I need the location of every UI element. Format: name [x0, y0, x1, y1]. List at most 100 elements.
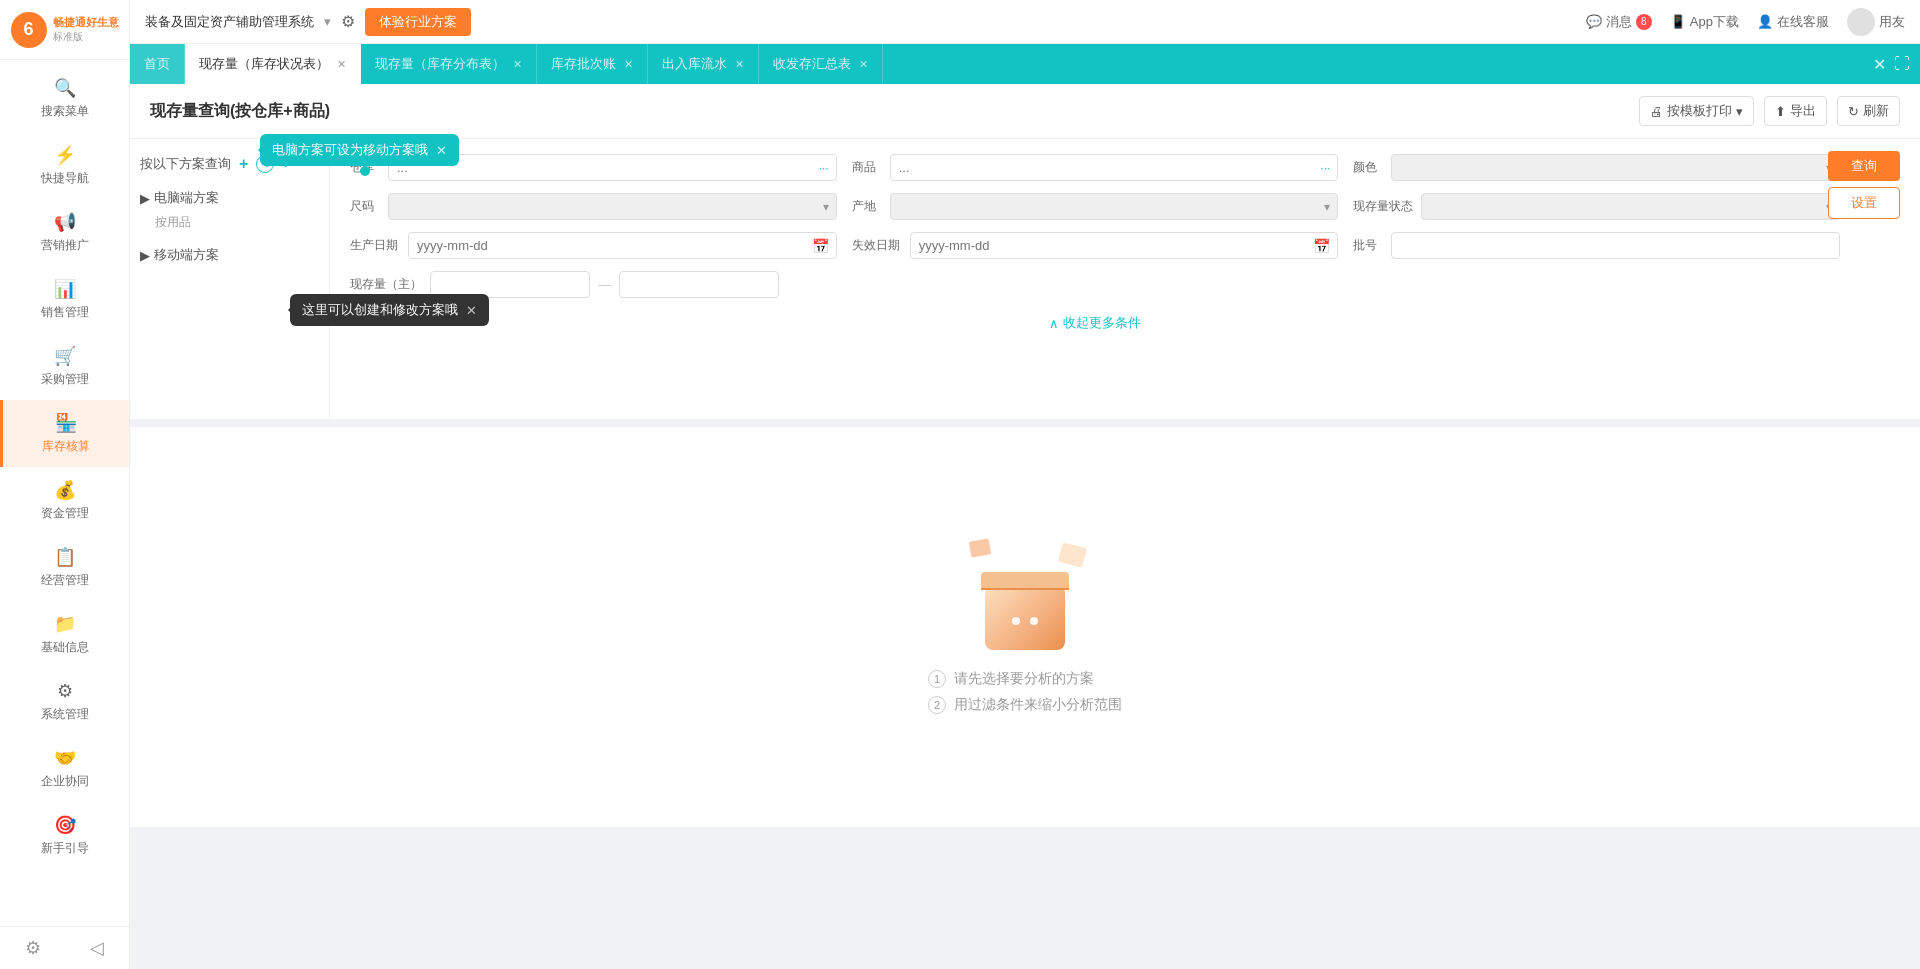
production-date-calendar-icon[interactable]: 📅	[812, 238, 829, 254]
paper2	[969, 538, 991, 557]
stock-status-field: 现存量状态 ▾	[1353, 193, 1840, 220]
size-select[interactable]	[388, 193, 837, 220]
user-avatar	[1847, 8, 1875, 36]
expand-icon: ∧	[1049, 316, 1059, 331]
hint1-row: 1 请先选择要分析的方案	[928, 670, 1122, 688]
tab-collection-summary[interactable]: 收发存汇总表 ✕	[759, 44, 883, 84]
add-scheme-icon[interactable]: +	[239, 155, 248, 173]
industry-btn[interactable]: 体验行业方案	[365, 8, 471, 36]
desktop-expand-arrow: ▶	[140, 191, 150, 206]
topbar-messages[interactable]: 💬 消息 8	[1586, 13, 1652, 31]
topbar-settings-icon[interactable]: ⚙	[341, 12, 355, 31]
tab-batch-ledger[interactable]: 库存批次账 ✕	[537, 44, 648, 84]
sidebar-item-label: 基础信息	[41, 639, 89, 656]
sidebar-item-inventory[interactable]: 🏪 库存核算	[0, 400, 129, 467]
sidebar-item-label: 企业协同	[41, 773, 89, 790]
topbar-app[interactable]: 📱 App下载	[1670, 13, 1739, 31]
desktop-scheme-group[interactable]: ▶ 电脑端方案	[140, 185, 319, 211]
tab-inout-flow[interactable]: 出入库流水 ✕	[648, 44, 759, 84]
tab-batch-ledger-close[interactable]: ✕	[624, 58, 633, 71]
mobile-scheme-group[interactable]: ▶ 移动端方案	[140, 242, 319, 268]
enterprise-icon: 🤝	[54, 747, 76, 769]
filter-row-3: 生产日期 📅 失效日期 📅 批号	[350, 232, 1840, 259]
sidebar-item-guide[interactable]: 🎯 新手引导	[0, 802, 129, 869]
sidebar-item-search[interactable]: 🔍 搜索菜单	[0, 65, 129, 132]
stock-status-select[interactable]	[1421, 193, 1840, 220]
quicknav-icon: ⚡	[54, 144, 76, 166]
topbar-support[interactable]: 👤 在线客服	[1757, 13, 1829, 31]
close-all-tabs-icon[interactable]: ✕	[1873, 55, 1886, 74]
tooltip-arrow	[252, 144, 264, 156]
sidebar-item-enterprise[interactable]: 🤝 企业协同	[0, 735, 129, 802]
production-date-field: 生产日期 📅	[350, 232, 837, 259]
scheme-tooltip2-text: 这里可以创建和修改方案哦	[302, 301, 458, 319]
sidebar-item-sales[interactable]: 📊 销售管理	[0, 266, 129, 333]
batch-input[interactable]	[1391, 232, 1840, 259]
goods-label: 商品	[852, 159, 882, 176]
main-content: 现存量查询(按仓库+商品) 🖨 按模板打印 ▾ ⬆ 导出 ↻ 刷新 按以下方案查…	[130, 84, 1920, 969]
production-date-input[interactable]	[408, 232, 837, 259]
maximize-icon[interactable]: ⛶	[1894, 55, 1910, 73]
sidebar-item-finance[interactable]: 💰 资金管理	[0, 467, 129, 534]
color-field: 颜色 ▾	[1353, 154, 1840, 181]
sidebar-item-quicknav[interactable]: ⚡ 快捷导航	[0, 132, 129, 199]
page-title: 现存量查询(按仓库+商品)	[150, 101, 330, 122]
scheme-tooltip-close[interactable]: ✕	[436, 143, 447, 158]
logo-version: 标准版	[53, 30, 119, 44]
logo-brand: 畅捷通好生意	[53, 15, 119, 30]
tab-inout-flow-close[interactable]: ✕	[735, 58, 744, 71]
origin-select[interactable]	[890, 193, 1339, 220]
expiry-date-calendar-icon[interactable]: 📅	[1313, 238, 1330, 254]
sidebar-item-label: 新手引导	[41, 840, 89, 857]
messages-badge: 8	[1636, 14, 1652, 30]
tab-inventory-dist[interactable]: 现存量（库存分布表） ✕	[361, 44, 537, 84]
sidebar-item-operation[interactable]: 📋 经营管理	[0, 534, 129, 601]
expand-btn[interactable]: ∧ 收起更多条件	[350, 306, 1840, 340]
sidebar-item-purchase[interactable]: 🛒 采购管理	[0, 333, 129, 400]
stock-main-to-input[interactable]	[619, 271, 779, 298]
size-select-wrapper: ▾	[388, 193, 837, 220]
batch-field: 批号	[1353, 232, 1840, 259]
tab-inventory-status[interactable]: 现存量（库存状况表） ✕	[185, 44, 361, 84]
expiry-date-label: 失效日期	[852, 237, 902, 254]
warehouse-more-icon[interactable]: ···	[819, 161, 829, 175]
face	[1012, 617, 1038, 625]
sidebar-item-marketing[interactable]: 📢 营销推广	[0, 199, 129, 266]
tab-inventory-dist-close[interactable]: ✕	[513, 58, 522, 71]
search-icon: 🔍	[54, 77, 76, 99]
print-btn[interactable]: 🖨 按模板打印 ▾	[1639, 96, 1754, 126]
sidebar-settings-icon[interactable]: ⚙	[25, 937, 41, 959]
tab-collection-summary-close[interactable]: ✕	[859, 58, 868, 71]
stock-separator: —	[598, 277, 611, 292]
system-dropdown-arrow[interactable]: ▾	[324, 14, 331, 29]
query-btn[interactable]: 查询	[1828, 151, 1900, 181]
hint1-num: 1	[928, 670, 946, 688]
color-select-wrapper: ▾	[1391, 154, 1840, 181]
goods-more-icon[interactable]: ···	[1320, 161, 1330, 175]
topbar-user[interactable]: 用友	[1847, 8, 1905, 36]
reset-btn[interactable]: 设置	[1828, 187, 1900, 219]
tab-inventory-status-label: 现存量（库存状况表）	[199, 55, 329, 73]
expiry-date-wrapper: 📅	[910, 232, 1339, 259]
empty-state-content: 1 请先选择要分析的方案 2 用过滤条件来缩小分析范围	[928, 540, 1122, 714]
marketing-icon: 📢	[54, 211, 76, 233]
left-eye	[1012, 617, 1020, 625]
sidebar-item-basic[interactable]: 📁 基础信息	[0, 601, 129, 668]
tab-home[interactable]: 首页	[130, 44, 185, 84]
desktop-scheme-empty-hint: 按用品	[155, 211, 319, 234]
refresh-btn[interactable]: ↻ 刷新	[1837, 96, 1900, 126]
goods-input[interactable]	[890, 154, 1339, 181]
topbar: 装备及固定资产辅助管理系统 ▾ ⚙ 体验行业方案 💬 消息 8 📱 App下载 …	[130, 0, 1920, 44]
sidebar-item-label: 经营管理	[41, 572, 89, 589]
tab-batch-ledger-label: 库存批次账	[551, 55, 616, 73]
export-btn[interactable]: ⬆ 导出	[1764, 96, 1827, 126]
sidebar-collapse-icon[interactable]: ◁	[90, 937, 104, 959]
expiry-date-input[interactable]	[910, 232, 1339, 259]
sidebar-item-system[interactable]: ⚙ 系统管理	[0, 668, 129, 735]
query-btn-group: 查询 设置	[1828, 151, 1900, 219]
sidebar-bottom: ⚙ ◁	[0, 926, 129, 969]
sidebar-item-label: 搜索菜单	[41, 103, 89, 120]
color-select[interactable]	[1391, 154, 1840, 181]
scheme-tooltip2-close[interactable]: ✕	[466, 303, 477, 318]
tab-inventory-status-close[interactable]: ✕	[337, 58, 346, 71]
